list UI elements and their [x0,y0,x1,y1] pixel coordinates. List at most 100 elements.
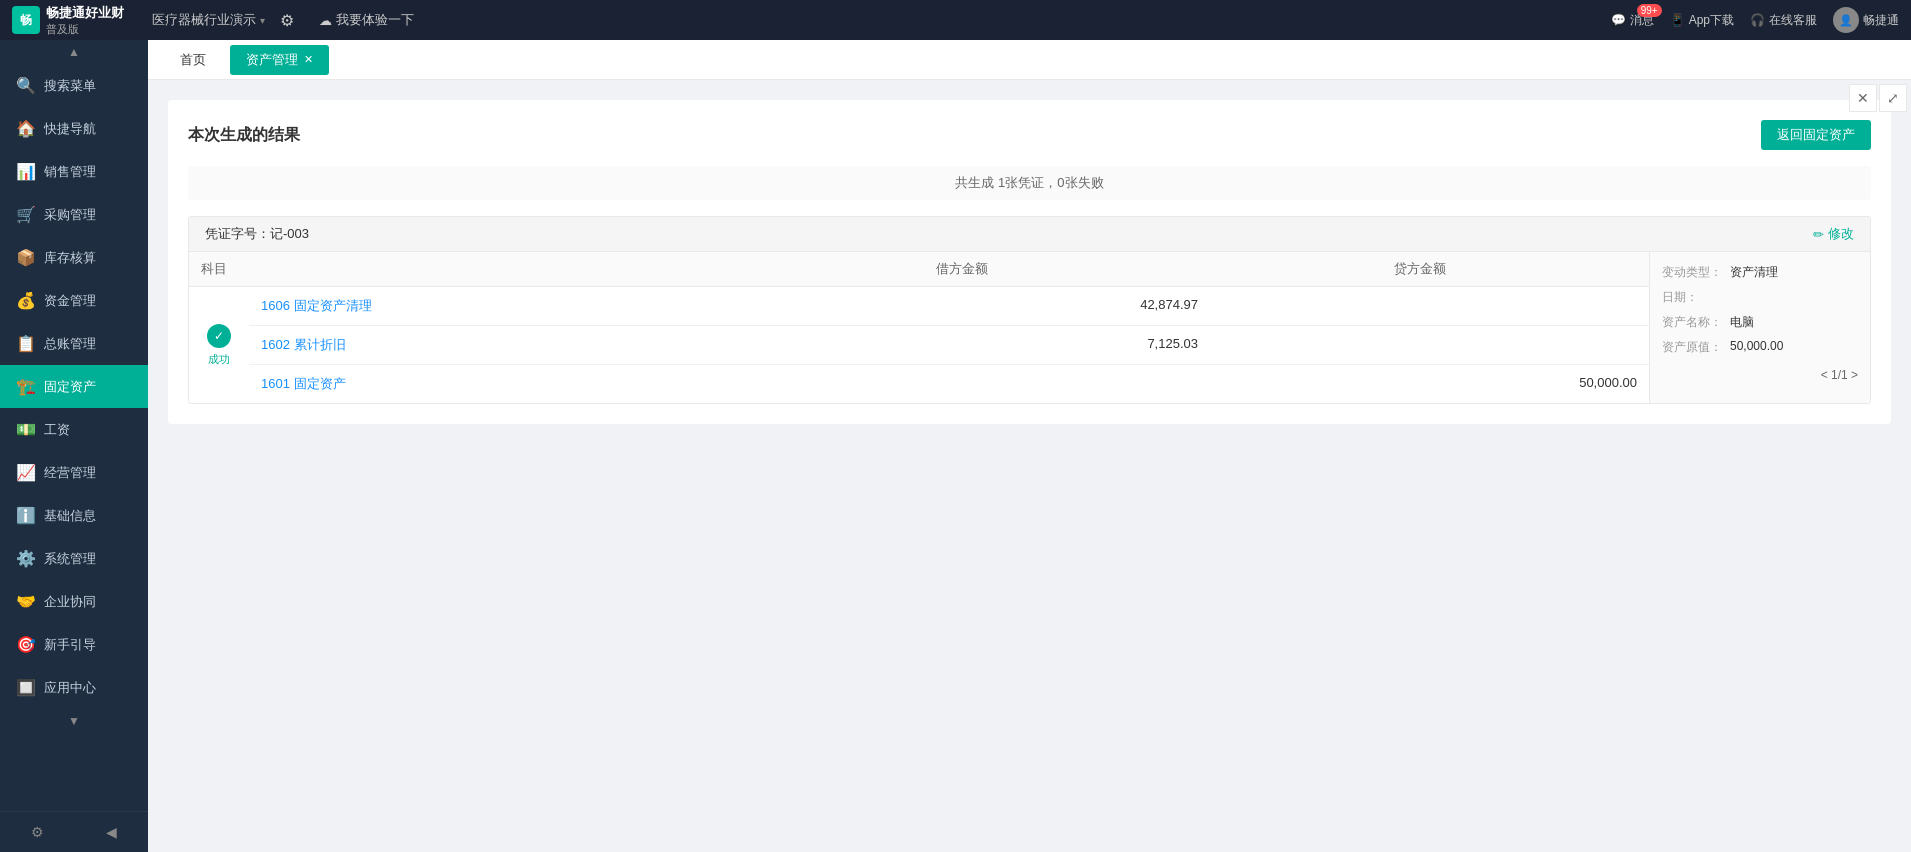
operations-icon: 📈 [16,463,36,482]
side-info-original-value: 资产原值： 50,000.00 [1662,339,1858,356]
sidebar-item-quick-nav[interactable]: 🏠 快捷导航 [0,107,148,150]
download-icon: 📱 [1670,13,1685,27]
debit-1606: 42,874.97 [771,287,1210,325]
sidebar-item-fixed-assets[interactable]: 🏗️ 固定资产 [0,365,148,408]
logo-sub: 普及版 [46,22,124,37]
user-avatar-area[interactable]: 👤 畅捷通 [1833,7,1899,33]
sidebar-scroll-up[interactable]: ▲ [0,40,148,64]
sidebar-label-basic-info: 基础信息 [44,507,96,525]
sidebar-bottom: ⚙ ◀ [0,811,148,852]
sidebar-item-sales[interactable]: 📊 销售管理 [0,150,148,193]
basic-info-icon: ℹ️ [16,506,36,525]
voucher-card: 凭证字号：记-003 ✏ 修改 科目 借方金额 [188,216,1871,404]
content-area: 首页 资产管理 ✕ ✕ ⤢ 本次生成的结果 返回固定资产 共生成 1张凭 [148,40,1911,852]
message-icon: 💬 [1611,13,1626,27]
change-type-label: 变动类型： [1662,264,1722,281]
sidebar-label-sales: 销售管理 [44,163,96,181]
system-icon: ⚙️ [16,549,36,568]
sidebar-item-purchase[interactable]: 🛒 采购管理 [0,193,148,236]
funds-icon: 💰 [16,291,36,310]
sidebar-settings-button[interactable]: ⚙ [23,820,52,844]
tab-home[interactable]: 首页 [164,45,222,75]
page-content: ✕ ⤢ 本次生成的结果 返回固定资产 共生成 1张凭证，0张失败 凭证字号：记-… [148,80,1911,852]
sidebar-item-system[interactable]: ⚙️ 系统管理 [0,537,148,580]
app-center-icon: 🔲 [16,678,36,697]
sidebar-item-basic-info[interactable]: ℹ️ 基础信息 [0,494,148,537]
data-line-2: 1602 累计折旧 7,125.03 [249,326,1649,365]
voucher-header-bar: 凭证字号：记-003 ✏ 修改 [189,217,1870,252]
sidebar-item-ledger[interactable]: 📋 总账管理 [0,322,148,365]
tab-bar: 首页 资产管理 ✕ [148,40,1911,80]
edit-icon: ✏ [1813,227,1824,242]
tab-asset-mgmt[interactable]: 资产管理 ✕ [230,45,329,75]
sidebar-item-guide[interactable]: 🎯 新手引导 [0,623,148,666]
panel-controls: ✕ ⤢ [1845,80,1911,116]
messages-button[interactable]: 💬 消息 99+ [1611,12,1654,29]
change-type-value: 资产清理 [1730,264,1778,281]
sidebar-item-payroll[interactable]: 💵 工资 [0,408,148,451]
avatar: 👤 [1833,7,1859,33]
asset-name-label: 资产名称： [1662,314,1722,331]
voucher-number: 凭证字号：记-003 [205,225,309,243]
sidebar-label-fixed-assets: 固定资产 [44,378,96,396]
col-header-subject: 科目 [189,252,734,286]
row-status: ✓ 成功 [189,308,249,383]
panel-close-button[interactable]: ✕ [1849,84,1877,112]
edit-button[interactable]: ✏ 修改 [1813,225,1854,243]
sidebar: ▲ 🔍 搜索菜单 🏠 快捷导航 📊 销售管理 🛒 采购管理 📦 库存核算 [0,40,148,852]
sidebar-item-operations[interactable]: 📈 经营管理 [0,451,148,494]
pagination: < 1/1 > [1662,368,1858,382]
col-header-credit: 贷方金额 [1191,252,1649,286]
sidebar-item-funds[interactable]: 💰 资金管理 [0,279,148,322]
settings-icon[interactable]: ⚙ [273,6,301,34]
sidebar-item-enterprise[interactable]: 🤝 企业协同 [0,580,148,623]
panel-expand-button[interactable]: ⤢ [1879,84,1907,112]
subject-1606[interactable]: 1606 固定资产清理 [249,287,771,325]
original-value-value: 50,000.00 [1730,339,1783,356]
sidebar-label-funds: 资金管理 [44,292,96,310]
asset-name-value: 电脑 [1730,314,1754,331]
top-header: 畅 畅捷通好业财 普及版 医疗器械行业演示 ▾ ⚙ ☁ 我要体验一下 💬 消息 … [0,0,1911,40]
payroll-icon: 💵 [16,420,36,439]
sidebar-scroll: ▲ 🔍 搜索菜单 🏠 快捷导航 📊 销售管理 🛒 采购管理 📦 库存核算 [0,40,148,811]
credit-1606 [1210,287,1649,325]
credit-1602 [1210,326,1649,364]
purchase-icon: 🛒 [16,205,36,224]
sidebar-item-search[interactable]: 🔍 搜索菜单 [0,64,148,107]
pagination-text[interactable]: < 1/1 > [1821,368,1858,382]
company-selector[interactable]: 医疗器械行业演示 ▾ [152,11,265,29]
ledger-icon: 📋 [16,334,36,353]
sidebar-item-inventory[interactable]: 📦 库存核算 [0,236,148,279]
online-service-button[interactable]: 🎧 在线客服 [1750,12,1817,29]
sidebar-label-payroll: 工资 [44,421,70,439]
debit-1602: 7,125.03 [771,326,1210,364]
credit-1601: 50,000.00 [1210,365,1649,403]
subject-1601[interactable]: 1601 固定资产 [249,365,771,403]
sidebar-label-enterprise: 企业协同 [44,593,96,611]
header-right: 💬 消息 99+ 📱 App下载 🎧 在线客服 👤 畅捷通 [1611,7,1899,33]
voucher-side-panel: 变动类型： 资产清理 日期： 资产名称： 电脑 [1650,252,1870,403]
sidebar-item-app-center[interactable]: 🔲 应用中心 [0,666,148,709]
tab-home-label: 首页 [180,51,206,69]
enterprise-icon: 🤝 [16,592,36,611]
logo-area: 畅 畅捷通好业财 普及版 [12,4,124,37]
sales-icon: 📊 [16,162,36,181]
sidebar-label-search: 搜索菜单 [44,77,96,95]
tab-close-icon[interactable]: ✕ [304,53,313,66]
experience-button[interactable]: ☁ 我要体验一下 [319,11,414,29]
side-info-date: 日期： [1662,289,1858,306]
return-button[interactable]: 返回固定资产 [1761,120,1871,150]
app-download-button[interactable]: 📱 App下载 [1670,12,1734,29]
result-header: 本次生成的结果 返回固定资产 [188,120,1871,150]
sidebar-collapse-button[interactable]: ◀ [98,820,125,844]
company-name: 医疗器械行业演示 [152,11,256,29]
summary-line: 共生成 1张凭证，0张失败 [188,166,1871,200]
online-service-label: 在线客服 [1769,12,1817,29]
main-layout: ▲ 🔍 搜索菜单 🏠 快捷导航 📊 销售管理 🛒 采购管理 📦 库存核算 [0,40,1911,852]
sidebar-scroll-down[interactable]: ▼ [0,709,148,733]
voucher-table: 科目 借方金额 贷方金额 ✓ 成功 [189,252,1650,403]
table-row: ✓ 成功 1606 固定资产清理 42,874.97 [189,287,1649,403]
sidebar-label-operations: 经营管理 [44,464,96,482]
table-header: 科目 借方金额 贷方金额 [189,252,1649,287]
subject-1602[interactable]: 1602 累计折旧 [249,326,771,364]
